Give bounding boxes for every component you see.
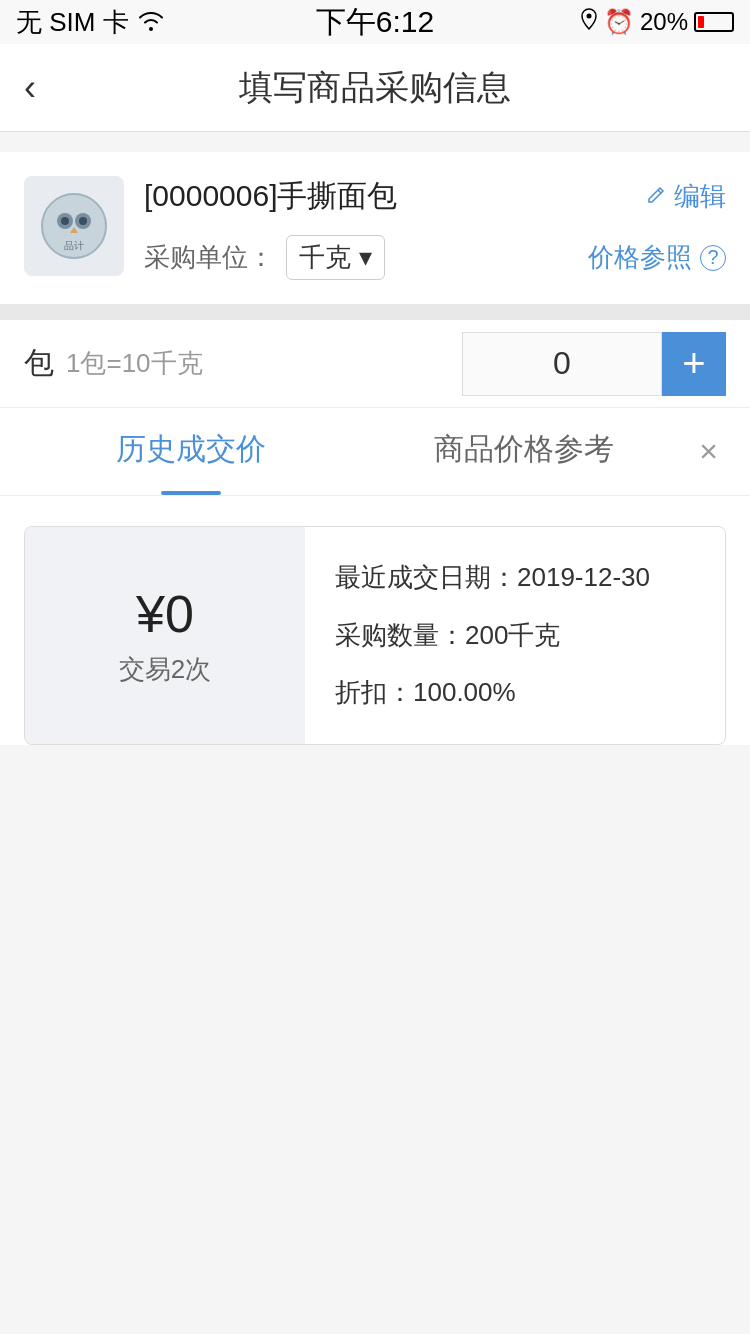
- price-ref-label: 价格参照: [588, 240, 692, 275]
- location-icon: [580, 8, 598, 36]
- transaction-card: ¥0 交易2次 最近成交日期：2019-12-30 采购数量：200千克 折扣：…: [24, 526, 726, 745]
- tab-close-button[interactable]: ×: [691, 425, 726, 478]
- unit-dropdown[interactable]: 千克 ▾: [286, 235, 385, 280]
- back-button[interactable]: ‹: [24, 67, 36, 109]
- product-image: 品计: [24, 176, 124, 276]
- product-card: 品计 [0000006]手撕面包 编辑 采购单位：: [0, 152, 750, 304]
- alarm-icon: ⏰: [604, 8, 634, 36]
- price-ref-button[interactable]: 价格参照 ?: [588, 240, 726, 275]
- unit-value: 千克: [299, 240, 351, 275]
- recent-date-label: 最近成交日期：: [335, 562, 517, 592]
- price-ref-help-icon: ?: [700, 245, 726, 271]
- product-name-row: [0000006]手撕面包 编辑: [144, 176, 726, 217]
- package-unit-label: 包: [24, 343, 54, 384]
- quantity-plus-button[interactable]: +: [662, 332, 726, 396]
- unit-label: 采购单位：: [144, 240, 274, 275]
- purchase-quantity-label: 采购数量：: [335, 620, 465, 650]
- product-logo-icon: 品计: [39, 191, 109, 261]
- battery-icon: [694, 12, 734, 32]
- quantity-input[interactable]: [462, 332, 662, 396]
- edit-icon: [646, 181, 668, 212]
- svg-point-5: [79, 217, 87, 225]
- svg-point-0: [586, 14, 591, 19]
- transaction-details: 最近成交日期：2019-12-30 采购数量：200千克 折扣：100.00%: [305, 527, 725, 744]
- discount-label: 折扣：: [335, 677, 413, 707]
- status-bar: 无 SIM 卡 下午6:12 ⏰ 20%: [0, 0, 750, 44]
- wifi-icon: [137, 7, 165, 38]
- discount-value: 100.00%: [413, 677, 516, 707]
- recent-date-row: 最近成交日期：2019-12-30: [335, 557, 695, 599]
- svg-point-4: [61, 217, 69, 225]
- transaction-price: ¥0: [136, 584, 194, 644]
- separator: [0, 304, 750, 320]
- quantity-left: 包 1包=10千克: [24, 343, 203, 384]
- transaction-summary: ¥0 交易2次: [25, 527, 305, 744]
- discount-row: 折扣：100.00%: [335, 672, 695, 714]
- product-info: [0000006]手撕面包 编辑 采购单位： 千克: [144, 176, 726, 280]
- purchase-quantity-value: 200千克: [465, 620, 560, 650]
- tab-history-price[interactable]: 历史成交价: [24, 408, 358, 495]
- nav-bar: ‹ 填写商品采购信息: [0, 44, 750, 132]
- tab-price-ref[interactable]: 商品价格参考: [358, 408, 692, 495]
- recent-date-value: 2019-12-30: [517, 562, 650, 592]
- quantity-row: 包 1包=10千克 +: [0, 320, 750, 408]
- svg-text:品计: 品计: [64, 240, 84, 251]
- product-top-row: 品计 [0000006]手撕面包 编辑 采购单位：: [24, 176, 726, 280]
- dropdown-arrow-icon: ▾: [359, 242, 372, 273]
- status-left: 无 SIM 卡: [16, 5, 165, 40]
- carrier-text: 无 SIM 卡: [16, 5, 129, 40]
- package-conversion-label: 1包=10千克: [66, 346, 203, 381]
- transaction-count: 交易2次: [119, 652, 211, 687]
- status-right: ⏰ 20%: [580, 8, 734, 36]
- status-time: 下午6:12: [316, 2, 434, 43]
- product-name: [0000006]手撕面包: [144, 176, 397, 217]
- tab-panel: 历史成交价 商品价格参考 × ¥0 交易2次 最近成交日期：2019-12-30…: [0, 408, 750, 745]
- edit-label: 编辑: [674, 179, 726, 214]
- product-unit-row: 采购单位： 千克 ▾ 价格参照 ?: [144, 235, 726, 280]
- page-title: 填写商品采购信息: [239, 65, 511, 111]
- battery-percent: 20%: [640, 8, 688, 36]
- edit-button[interactable]: 编辑: [646, 179, 726, 214]
- quantity-input-wrapper: +: [462, 332, 726, 396]
- tab-header: 历史成交价 商品价格参考 ×: [0, 408, 750, 496]
- purchase-quantity-row: 采购数量：200千克: [335, 615, 695, 657]
